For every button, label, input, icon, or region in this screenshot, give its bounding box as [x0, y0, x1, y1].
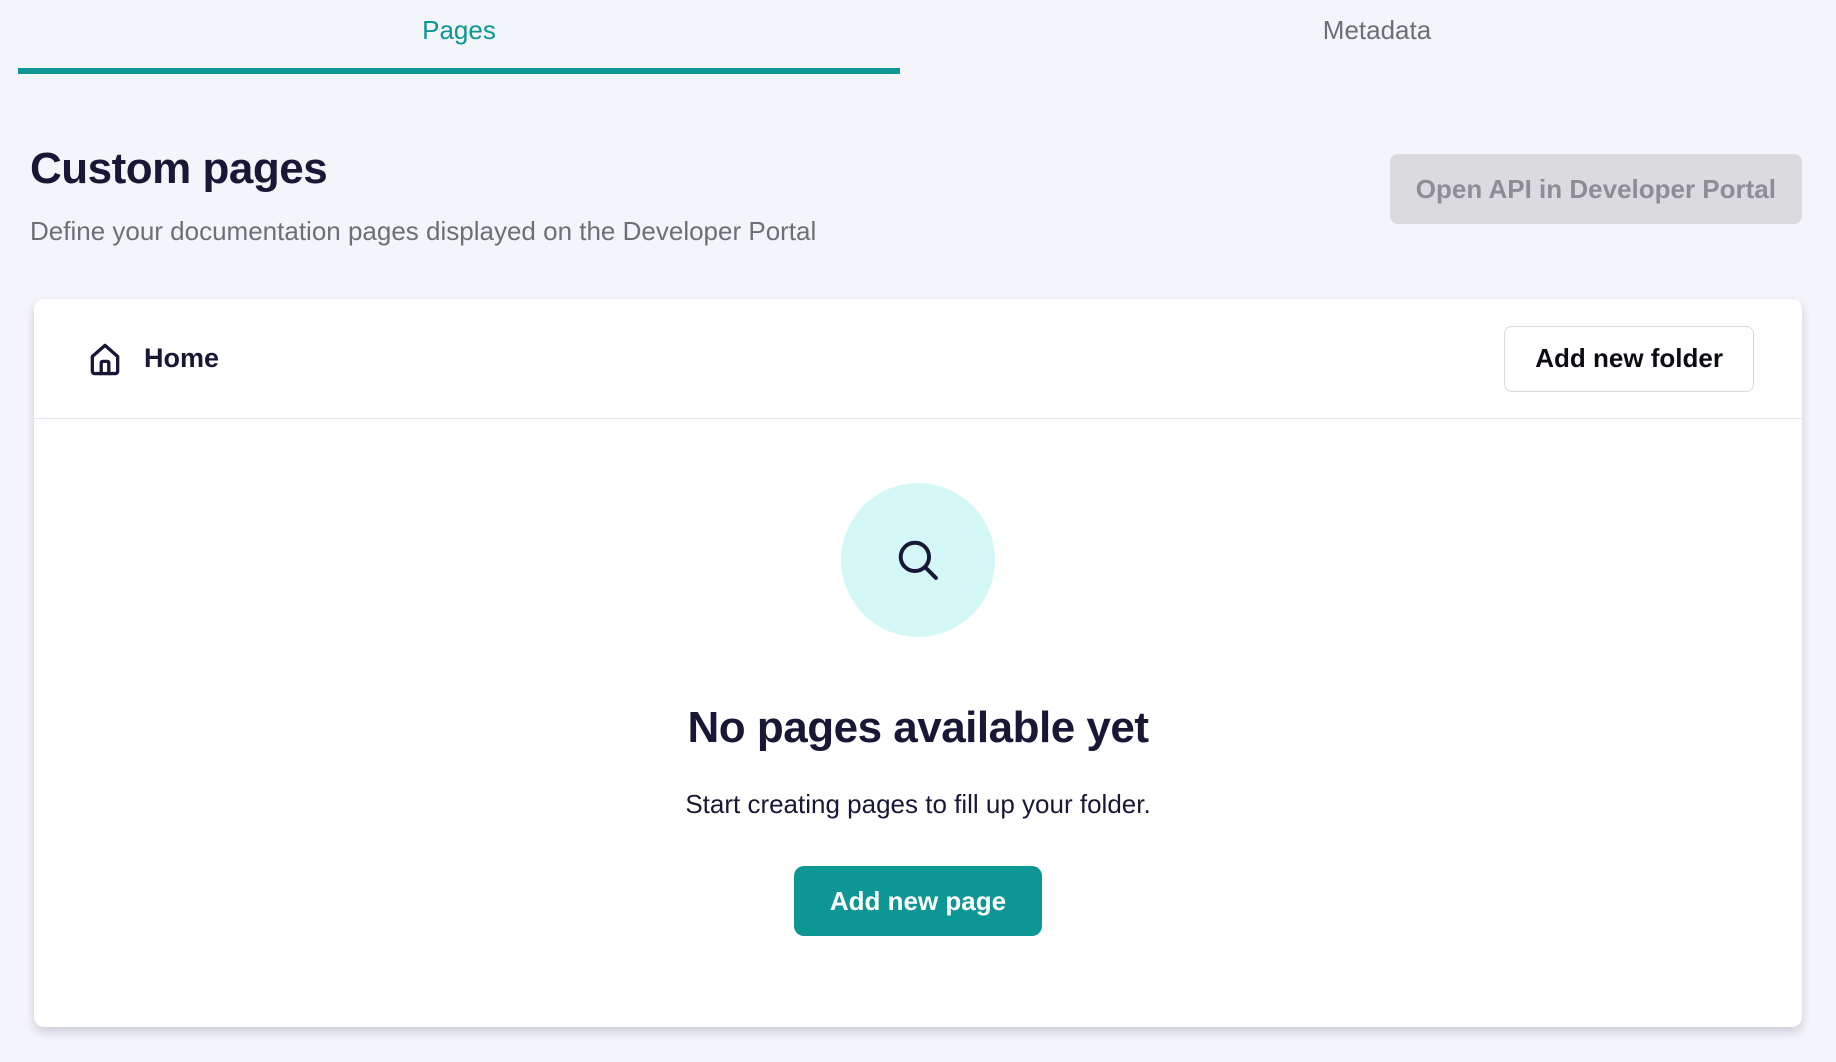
breadcrumb-home[interactable]: Home — [86, 340, 219, 378]
empty-state-title: No pages available yet — [688, 703, 1149, 753]
tab-pages-label: Pages — [422, 15, 496, 46]
add-new-folder-button[interactable]: Add new folder — [1504, 326, 1754, 392]
add-new-page-button[interactable]: Add new page — [794, 866, 1042, 936]
empty-state-subtitle: Start creating pages to fill up your fol… — [685, 789, 1150, 820]
empty-state: No pages available yet Start creating pa… — [34, 419, 1802, 1027]
empty-state-illustration — [841, 483, 995, 637]
tab-metadata[interactable]: Metadata — [918, 0, 1836, 74]
page-subtitle: Define your documentation pages displaye… — [30, 216, 816, 247]
tab-pages[interactable]: Pages — [0, 0, 918, 74]
open-api-button[interactable]: Open API in Developer Portal — [1390, 154, 1802, 224]
search-icon — [893, 535, 943, 585]
active-tab-indicator — [18, 68, 900, 74]
tab-bar: Pages Metadata — [0, 0, 1836, 74]
home-icon — [86, 340, 124, 378]
breadcrumb-home-label: Home — [144, 343, 219, 374]
pages-card: Home Add new folder No pages available y… — [34, 299, 1802, 1027]
card-header: Home Add new folder — [34, 299, 1802, 419]
tab-metadata-label: Metadata — [1323, 15, 1431, 46]
page-title: Custom pages — [30, 144, 816, 194]
page-header: Custom pages Define your documentation p… — [0, 144, 1836, 247]
page-header-text: Custom pages Define your documentation p… — [30, 144, 816, 247]
custom-pages-screen: Pages Metadata Custom pages Define your … — [0, 0, 1836, 1027]
